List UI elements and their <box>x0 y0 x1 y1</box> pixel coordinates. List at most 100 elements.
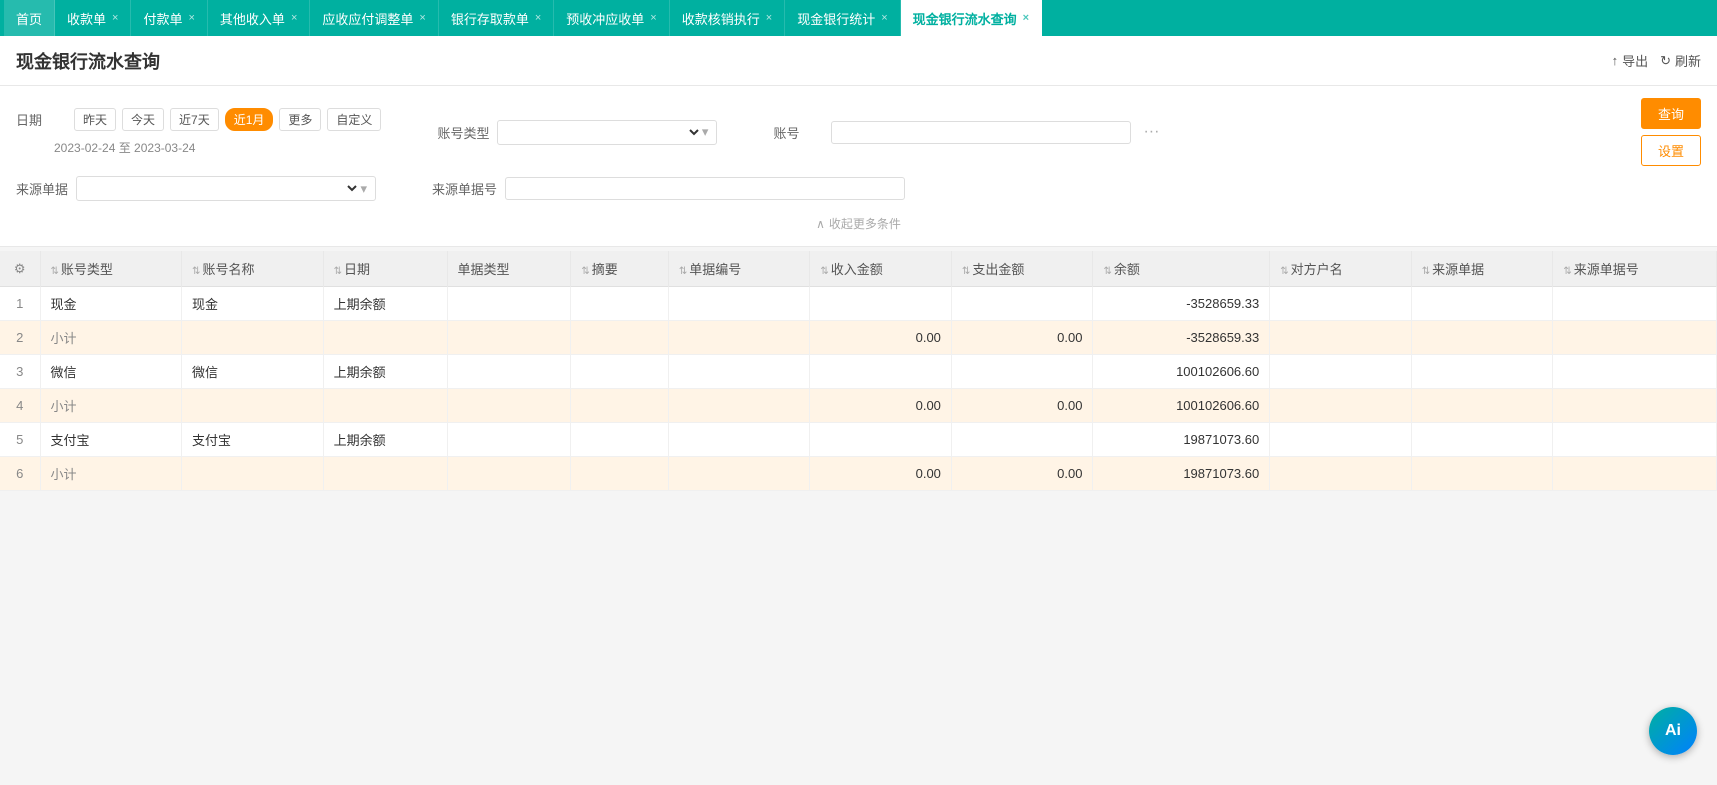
cell-expense <box>951 287 1093 321</box>
cell-date: 上期余额 <box>323 287 447 321</box>
nav-tab-8[interactable]: 现金银行流水查询 × <box>901 0 1042 36</box>
col-summary[interactable]: ⇅摘要 <box>571 251 668 287</box>
cell-source-doc <box>1411 287 1553 321</box>
close-tab-6-icon[interactable]: × <box>766 12 772 24</box>
col-doc-no[interactable]: ⇅单据编号 <box>668 251 810 287</box>
cell-date: 上期余额 <box>323 355 447 389</box>
col-gear[interactable]: ⚙ <box>0 251 40 287</box>
more-dots-icon[interactable]: ··· <box>1139 123 1163 141</box>
col-source-doc[interactable]: ⇅来源单据 <box>1411 251 1553 287</box>
cell-doc-type <box>447 389 571 423</box>
gear-icon[interactable]: ⚙ <box>14 261 26 276</box>
cell-counterparty <box>1270 287 1412 321</box>
close-tab-0-icon[interactable]: × <box>112 12 118 24</box>
col-balance[interactable]: ⇅余额 <box>1093 251 1270 287</box>
cell-doc-type <box>447 423 571 457</box>
cell-expense: 0.00 <box>951 321 1093 355</box>
cell-account-type: 现金 <box>40 287 182 321</box>
cell-doc-type <box>447 355 571 389</box>
cell-income <box>810 423 952 457</box>
cell-index: 4 <box>0 389 40 423</box>
filter-row-2: 来源单据 ▾ 来源单据号 <box>16 176 1701 201</box>
col-income[interactable]: ⇅收入金额 <box>810 251 952 287</box>
cell-summary <box>571 321 668 355</box>
nav-tab-4[interactable]: 银行存取款单 × <box>439 0 554 36</box>
ai-badge[interactable]: Ai <box>1649 707 1697 755</box>
cell-balance: 19871073.60 <box>1093 457 1270 491</box>
date-btn-today[interactable]: 今天 <box>122 108 164 131</box>
action-buttons: 查询 设置 <box>1641 98 1701 166</box>
cell-income: 0.00 <box>810 457 952 491</box>
account-type-label: 账号类型 <box>437 123 489 142</box>
cell-counterparty <box>1270 423 1412 457</box>
table-row: 6 小计 0.00 0.00 19871073.60 <box>0 457 1717 491</box>
col-date[interactable]: ⇅日期 <box>323 251 447 287</box>
nav-tab-1[interactable]: 付款单 × <box>131 0 207 36</box>
table-header-row: ⚙ ⇅账号类型 ⇅账号名称 ⇅日期 单据类型 ⇅摘要 ⇅单据编号 ⇅收入金额 ⇅… <box>0 251 1717 287</box>
close-tab-8-icon[interactable]: × <box>1023 12 1029 24</box>
cell-date <box>323 321 447 355</box>
nav-tab-5[interactable]: 预收冲应收单 × <box>554 0 669 36</box>
close-tab-7-icon[interactable]: × <box>881 12 887 24</box>
refresh-button[interactable]: ↻ 刷新 <box>1660 51 1701 70</box>
cell-expense: 0.00 <box>951 389 1093 423</box>
cell-source-doc <box>1411 355 1553 389</box>
collapse-bar[interactable]: ∧ 收起更多条件 <box>16 211 1701 234</box>
account-type-select-wrapper[interactable]: ▾ <box>497 120 717 145</box>
cell-doc-no <box>668 287 810 321</box>
nav-tab-7[interactable]: 现金银行统计 × <box>785 0 900 36</box>
cell-doc-type <box>447 321 571 355</box>
source-doc-select[interactable] <box>85 180 360 197</box>
nav-tab-3[interactable]: 应收应付调整单 × <box>310 0 438 36</box>
nav-tab-0[interactable]: 收款单 × <box>55 0 131 36</box>
col-account-name[interactable]: ⇅账号名称 <box>182 251 324 287</box>
date-btn-more[interactable]: 更多 <box>279 108 321 131</box>
close-tab-1-icon[interactable]: × <box>188 12 194 24</box>
col-doc-type[interactable]: 单据类型 <box>447 251 571 287</box>
cell-account-type: 微信 <box>40 355 182 389</box>
cell-account-name: 现金 <box>182 287 324 321</box>
search-button[interactable]: 查询 <box>1641 98 1701 129</box>
date-btn-yesterday[interactable]: 昨天 <box>74 108 116 131</box>
settings-button[interactable]: 设置 <box>1641 135 1701 166</box>
table-row: 3 微信 微信 上期余额 100102606.60 <box>0 355 1717 389</box>
source-doc-no-input[interactable] <box>514 181 896 196</box>
export-button[interactable]: ↑ 导出 <box>1612 51 1649 70</box>
account-type-select[interactable] <box>506 124 701 141</box>
source-doc-no-input-wrapper <box>505 177 905 200</box>
date-btn-1month[interactable]: 近1月 <box>225 108 274 131</box>
source-doc-select-wrapper[interactable]: ▾ <box>76 176 376 201</box>
cell-counterparty <box>1270 457 1412 491</box>
cell-index: 1 <box>0 287 40 321</box>
table-row: 1 现金 现金 上期余额 -3528659.33 <box>0 287 1717 321</box>
table-row: 2 小计 0.00 0.00 -3528659.33 <box>0 321 1717 355</box>
close-tab-4-icon[interactable]: × <box>535 12 541 24</box>
top-nav: 首页 收款单 × 付款单 × 其他收入单 × 应收应付调整单 × 银行存取款单 … <box>0 0 1717 36</box>
export-icon: ↑ <box>1612 53 1619 68</box>
close-tab-5-icon[interactable]: × <box>650 12 656 24</box>
cell-balance: 19871073.60 <box>1093 423 1270 457</box>
nav-home[interactable]: 首页 <box>4 0 55 36</box>
close-tab-2-icon[interactable]: × <box>291 12 297 24</box>
cell-summary <box>571 457 668 491</box>
col-source-doc-no[interactable]: ⇅来源单据号 <box>1553 251 1717 287</box>
cell-doc-no <box>668 457 810 491</box>
col-counterparty[interactable]: ⇅对方户名 <box>1270 251 1412 287</box>
account-label: 账号 <box>773 123 823 142</box>
cell-date <box>323 457 447 491</box>
cell-summary <box>571 355 668 389</box>
nav-tab-2[interactable]: 其他收入单 × <box>208 0 310 36</box>
nav-tab-6[interactable]: 收款核销执行 × <box>670 0 785 36</box>
cell-summary <box>571 423 668 457</box>
cell-account-type: 小计 <box>40 457 182 491</box>
filter-area: 日期 昨天 今天 近7天 近1月 更多 自定义 2023-02-24 至 202… <box>0 86 1717 247</box>
col-account-type[interactable]: ⇅账号类型 <box>40 251 182 287</box>
close-tab-3-icon[interactable]: × <box>419 12 425 24</box>
cell-source-doc-no <box>1553 389 1717 423</box>
cell-account-name: 支付宝 <box>182 423 324 457</box>
cell-counterparty <box>1270 321 1412 355</box>
date-btn-custom[interactable]: 自定义 <box>327 108 381 131</box>
account-input[interactable] <box>840 125 1122 140</box>
date-btn-7days[interactable]: 近7天 <box>170 108 219 131</box>
col-expense[interactable]: ⇅支出金额 <box>951 251 1093 287</box>
